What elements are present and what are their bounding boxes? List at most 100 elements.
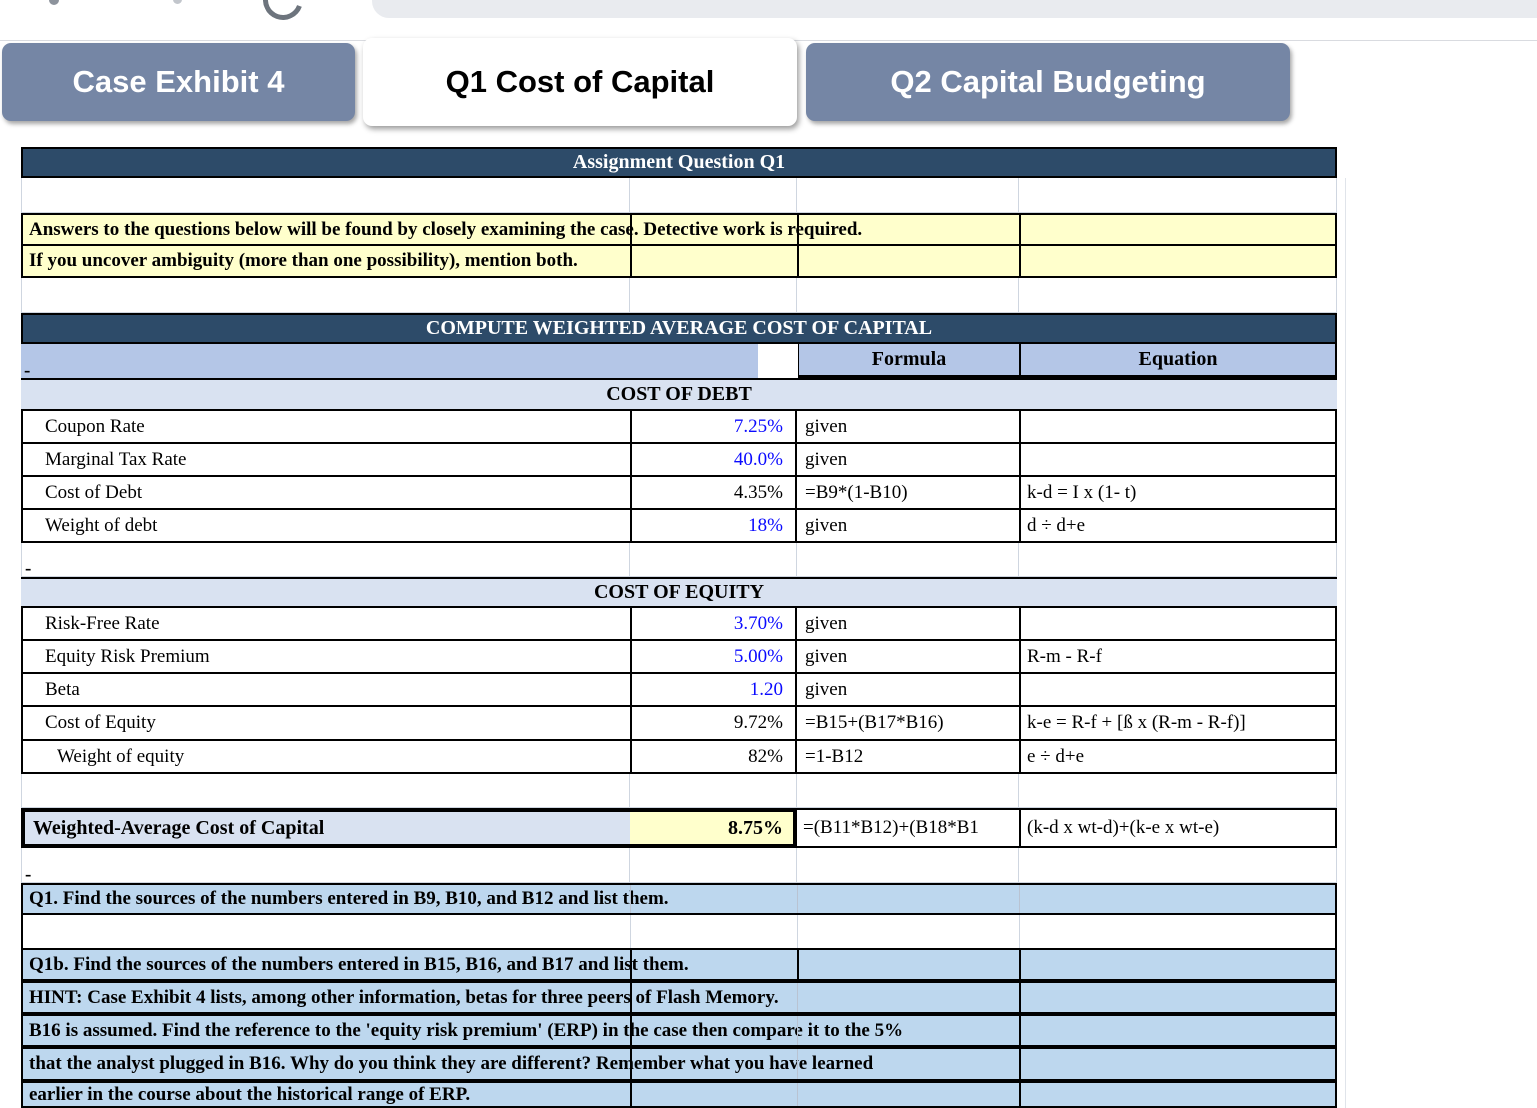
- empty-row[interactable]: [21, 178, 1337, 213]
- question-cell[interactable]: [797, 1049, 1019, 1079]
- empty-row[interactable]: [21, 774, 1337, 808]
- question-cell[interactable]: [797, 950, 1019, 979]
- question-cell[interactable]: [797, 1016, 1019, 1045]
- cell-value[interactable]: 7.25%: [630, 411, 797, 442]
- cell-equation[interactable]: R-m - R-f: [1019, 641, 1337, 672]
- question-text[interactable]: Q1b. Find the sources of the numbers ent…: [21, 950, 689, 979]
- tab-case-exhibit-4[interactable]: Case Exhibit 4: [2, 43, 355, 121]
- question-cell[interactable]: [630, 1049, 797, 1079]
- empty-row[interactable]: -: [21, 543, 1337, 578]
- empty-cell[interactable]: [1019, 774, 1337, 807]
- question-text[interactable]: B16 is assumed. Find the reference to th…: [21, 1016, 903, 1045]
- question-cell[interactable]: [1019, 950, 1337, 979]
- empty-cell[interactable]: [21, 178, 630, 212]
- address-bar[interactable]: [372, 0, 1537, 18]
- question-cell[interactable]: [630, 1083, 797, 1106]
- empty-cell[interactable]: [630, 774, 797, 807]
- cell-value[interactable]: 4.35%: [630, 477, 797, 508]
- empty-cell[interactable]: [797, 915, 1019, 948]
- empty-cell[interactable]: [797, 848, 1019, 882]
- empty-cell[interactable]: [630, 178, 797, 212]
- cell-equation[interactable]: [1019, 411, 1337, 442]
- cell-label[interactable]: Marginal Tax Rate: [21, 444, 630, 475]
- cell-formula[interactable]: given: [797, 674, 1019, 705]
- note-text[interactable]: If you uncover ambiguity (more than one …: [21, 246, 630, 276]
- cell-label[interactable]: Coupon Rate: [21, 411, 630, 442]
- question-row-q1b[interactable]: Q1b. Find the sources of the numbers ent…: [21, 948, 1337, 981]
- question-cell[interactable]: [630, 983, 797, 1012]
- empty-cell[interactable]: [797, 774, 1019, 807]
- wacc-formula[interactable]: =(B11*B12)+(B18*B1: [797, 808, 1019, 848]
- note-cell[interactable]: [797, 215, 1019, 244]
- question-row-q1[interactable]: Q1. Find the sources of the numbers ente…: [21, 883, 1337, 915]
- note-cell[interactable]: [1019, 246, 1337, 276]
- cell-equation[interactable]: [1019, 608, 1337, 639]
- note-cell[interactable]: [1019, 215, 1337, 244]
- cell-equation[interactable]: [1019, 674, 1337, 705]
- cell-value[interactable]: 1.20: [630, 674, 797, 705]
- cell-label[interactable]: Weight of debt: [21, 510, 630, 541]
- note-row-2[interactable]: If you uncover ambiguity (more than one …: [21, 246, 1337, 278]
- question-text[interactable]: HINT: Case Exhibit 4 lists, among other …: [21, 983, 779, 1012]
- question-cell[interactable]: [630, 885, 797, 913]
- forward-icon[interactable]: [173, 0, 182, 4]
- note-cell[interactable]: [630, 215, 797, 244]
- question-cell[interactable]: [1019, 1049, 1337, 1079]
- empty-cell[interactable]: [630, 543, 797, 576]
- cell-value[interactable]: 82%: [630, 741, 797, 772]
- cell-label[interactable]: Equity Risk Premium: [21, 641, 630, 672]
- cell-label[interactable]: Cost of Debt: [21, 477, 630, 508]
- dash-cell[interactable]: -: [21, 848, 630, 884]
- reload-icon[interactable]: [256, 0, 310, 27]
- empty-cell[interactable]: [630, 915, 797, 948]
- empty-row[interactable]: [21, 278, 1337, 313]
- empty-row[interactable]: -: [21, 848, 1337, 884]
- cell-formula[interactable]: given: [797, 411, 1019, 442]
- wacc-equation[interactable]: (k-d x wt-d)+(k-e x wt-e): [1019, 808, 1337, 848]
- cell-label[interactable]: Weight of equity: [21, 741, 630, 772]
- cell-equation[interactable]: [1019, 444, 1337, 475]
- wacc-value[interactable]: 8.75%: [630, 812, 793, 844]
- cell-formula[interactable]: given: [797, 510, 1019, 541]
- cell-value[interactable]: 9.72%: [630, 707, 797, 739]
- question-cell[interactable]: [630, 1016, 797, 1045]
- empty-row[interactable]: [21, 915, 1337, 948]
- question-text[interactable]: Q1. Find the sources of the numbers ente…: [21, 885, 669, 913]
- question-cell[interactable]: [797, 983, 1019, 1012]
- empty-cell[interactable]: [21, 774, 630, 807]
- wacc-label[interactable]: Weighted-Average Cost of Capital: [25, 812, 630, 844]
- cell-label[interactable]: Beta: [21, 674, 630, 705]
- tab-q2-capital-budgeting[interactable]: Q2 Capital Budgeting: [806, 43, 1290, 121]
- empty-cell[interactable]: [1019, 848, 1337, 882]
- cell-value[interactable]: 5.00%: [630, 641, 797, 672]
- empty-cell[interactable]: [797, 178, 1019, 212]
- question-cell[interactable]: [630, 950, 797, 979]
- note-cell[interactable]: [630, 246, 797, 276]
- cell-label[interactable]: Cost of Equity: [21, 707, 630, 739]
- question-text[interactable]: earlier in the course about the historic…: [21, 1083, 630, 1106]
- empty-cell[interactable]: [1019, 543, 1337, 576]
- cell-label[interactable]: Risk-Free Rate: [21, 608, 630, 639]
- question-row-erp-range[interactable]: earlier in the course about the historic…: [21, 1081, 1337, 1108]
- question-row-b16[interactable]: B16 is assumed. Find the reference to th…: [21, 1014, 1337, 1047]
- cell-formula[interactable]: =B9*(1-B10): [797, 477, 1019, 508]
- empty-cell[interactable]: [1019, 278, 1337, 312]
- question-cell[interactable]: [1019, 983, 1337, 1012]
- note-row-1[interactable]: Answers to the questions below will be f…: [21, 213, 1337, 246]
- empty-cell[interactable]: [1019, 915, 1337, 948]
- question-row-hint[interactable]: HINT: Case Exhibit 4 lists, among other …: [21, 981, 1337, 1014]
- dash-cell[interactable]: -: [21, 344, 630, 380]
- note-cell[interactable]: [797, 246, 1019, 276]
- question-cell[interactable]: [797, 1083, 1019, 1106]
- cell-value[interactable]: 3.70%: [630, 608, 797, 639]
- cell-value[interactable]: 18%: [630, 510, 797, 541]
- back-icon[interactable]: [49, 0, 59, 5]
- empty-cell[interactable]: [797, 543, 1019, 576]
- cell-equation[interactable]: k-e = R-f + [ß x (R-m - R-f)]: [1019, 707, 1337, 739]
- question-cell[interactable]: [1019, 885, 1337, 913]
- cell-formula[interactable]: =B15+(B17*B16): [797, 707, 1019, 739]
- cell-formula[interactable]: =1-B12: [797, 741, 1019, 772]
- question-cell[interactable]: [797, 885, 1019, 913]
- cell-formula[interactable]: given: [797, 641, 1019, 672]
- empty-cell[interactable]: [630, 848, 797, 882]
